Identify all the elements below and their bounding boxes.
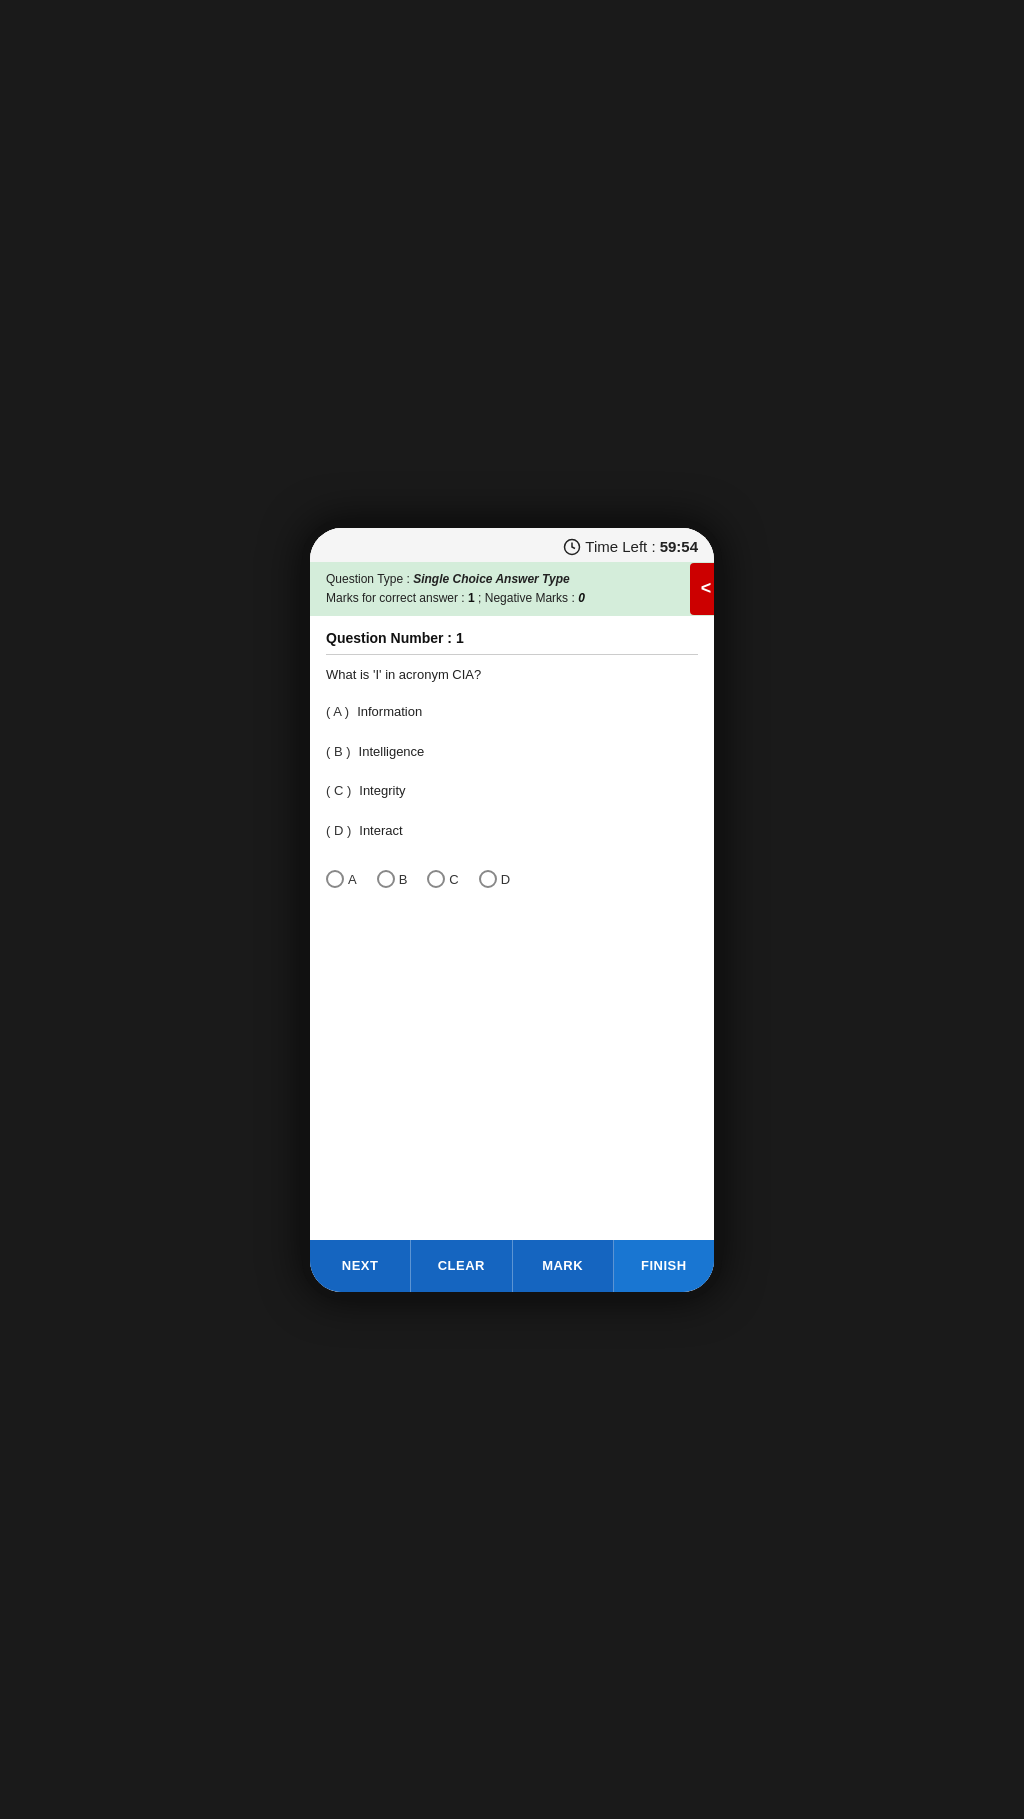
header: Time Left : 59:54 xyxy=(310,528,714,562)
question-area: Question Number : 1 What is 'I' in acron… xyxy=(310,616,714,1240)
question-number: Question Number : 1 xyxy=(326,630,698,655)
negative-value: 0 xyxy=(578,591,585,605)
question-type-value: Single Choice Answer Type xyxy=(413,572,569,586)
nav-button[interactable]: < xyxy=(690,563,714,615)
next-button[interactable]: NEXT xyxy=(310,1240,411,1292)
phone-container: Time Left : 59:54 Question Type : Single… xyxy=(302,520,722,1300)
option-d-label: ( D ) xyxy=(326,821,351,841)
radio-circle-d xyxy=(479,870,497,888)
radio-c[interactable]: C xyxy=(427,870,458,888)
option-a-label: ( A ) xyxy=(326,702,349,722)
option-c[interactable]: ( C ) Integrity xyxy=(326,777,698,805)
nav-chevron-icon: < xyxy=(701,578,712,599)
question-type-line: Question Type : Single Choice Answer Typ… xyxy=(326,570,698,589)
negative-label: ; Negative Marks : xyxy=(478,591,575,605)
option-d[interactable]: ( D ) Interact xyxy=(326,817,698,845)
clear-button[interactable]: CLEAR xyxy=(411,1240,512,1292)
marks-line: Marks for correct answer : 1 ; Negative … xyxy=(326,589,698,608)
timer-container: Time Left : 59:54 xyxy=(563,538,698,556)
option-a[interactable]: ( A ) Information xyxy=(326,698,698,726)
timer-value: 59:54 xyxy=(660,538,698,555)
marks-label: Marks for correct answer : xyxy=(326,591,465,605)
option-b-text: Intelligence xyxy=(359,742,425,762)
option-c-text: Integrity xyxy=(359,781,405,801)
info-bar: Question Type : Single Choice Answer Typ… xyxy=(310,562,714,616)
radio-label-d: D xyxy=(501,872,510,887)
question-type-label: Question Type : xyxy=(326,572,410,586)
bottom-toolbar: NEXT CLEAR MARK FINISH xyxy=(310,1240,714,1292)
radio-label-a: A xyxy=(348,872,357,887)
mark-button[interactable]: MARK xyxy=(513,1240,614,1292)
finish-button[interactable]: FINISH xyxy=(614,1240,714,1292)
marks-value: 1 xyxy=(468,591,475,605)
radio-label-b: B xyxy=(399,872,408,887)
screen: Time Left : 59:54 Question Type : Single… xyxy=(310,528,714,1292)
answer-selector: A B C D xyxy=(326,860,698,898)
timer-label: Time Left : xyxy=(585,538,655,555)
clock-icon xyxy=(563,538,581,556)
radio-label-c: C xyxy=(449,872,458,887)
question-text: What is 'I' in acronym CIA? xyxy=(326,665,698,685)
radio-a[interactable]: A xyxy=(326,870,357,888)
option-b[interactable]: ( B ) Intelligence xyxy=(326,738,698,766)
radio-circle-c xyxy=(427,870,445,888)
radio-d[interactable]: D xyxy=(479,870,510,888)
option-d-text: Interact xyxy=(359,821,402,841)
option-b-label: ( B ) xyxy=(326,742,351,762)
radio-circle-a xyxy=(326,870,344,888)
radio-circle-b xyxy=(377,870,395,888)
option-a-text: Information xyxy=(357,702,422,722)
radio-b[interactable]: B xyxy=(377,870,408,888)
option-c-label: ( C ) xyxy=(326,781,351,801)
